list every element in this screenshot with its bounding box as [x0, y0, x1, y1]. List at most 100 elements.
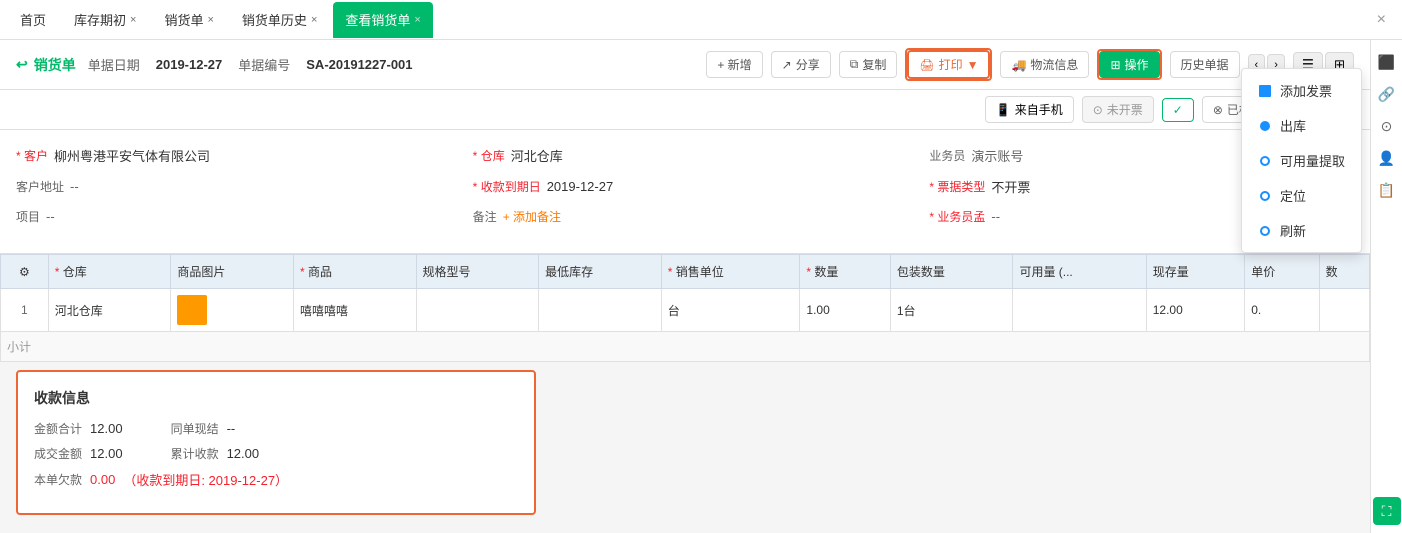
row-available	[1013, 289, 1146, 332]
new-button[interactable]: + 新增	[706, 51, 762, 78]
tab-sales[interactable]: 销货单 ×	[152, 2, 225, 38]
right-icon-clipboard[interactable]: 📋	[1373, 176, 1401, 204]
customer-label: 客户	[16, 147, 48, 164]
add-note-button[interactable]: + 添加备注	[503, 208, 561, 225]
row-product: 嘻嘻嘻嘻	[293, 289, 416, 332]
tab-sales-close[interactable]: ×	[207, 14, 213, 26]
tab-inventory[interactable]: 库存期初 ×	[62, 2, 148, 38]
deal-amount-value: 12.00	[90, 446, 123, 461]
deal-amount-label: 成交金额	[34, 445, 82, 462]
window-close-button[interactable]: ×	[1369, 7, 1394, 33]
locate-icon	[1258, 189, 1272, 203]
tab-sales-history-close[interactable]: ×	[311, 14, 317, 26]
col-qty: * 数量	[800, 255, 890, 289]
col-unit: * 销售单位	[661, 255, 800, 289]
not-open-button[interactable]: ⊙ 未开票	[1082, 96, 1154, 123]
due-value: 0.00	[90, 472, 115, 487]
cumulative-label: 累计收款	[171, 445, 219, 462]
due-label: 本单欠款	[34, 471, 82, 488]
doc-icon: ↩	[16, 56, 28, 73]
copy-label: 复制	[862, 56, 886, 73]
table-wrapper: ⚙ * 仓库 商品图片 * 商品 规格型号 最低库存 * 销售单位 * 数量 包…	[0, 254, 1370, 362]
due-note: （收款到期日: 2019-12-27）	[123, 470, 288, 489]
tab-view-sales-close[interactable]: ×	[414, 14, 420, 26]
right-icon-user[interactable]: 👤	[1373, 144, 1401, 172]
available-qty-label: 可用量提取	[1280, 151, 1345, 170]
outbound-icon	[1258, 119, 1272, 133]
tab-sales-history[interactable]: 销货单历史 ×	[230, 2, 329, 38]
logistics-label: 物流信息	[1030, 56, 1078, 73]
refresh-item[interactable]: 刷新	[1242, 213, 1361, 248]
copy-button[interactable]: ⧉ 复制	[839, 51, 898, 78]
address-field: 客户地址 --	[16, 178, 441, 195]
history-button[interactable]: 历史单据	[1170, 51, 1240, 78]
doc-date-label: 单据日期	[88, 55, 140, 74]
add-invoice-icon	[1258, 84, 1272, 98]
from-phone-button[interactable]: 📱 来自手机	[985, 96, 1074, 123]
col-warehouse: * 仓库	[48, 255, 171, 289]
same-order-label: 同单现结	[171, 420, 219, 437]
row-spec	[416, 289, 539, 332]
collection-title: 收款信息	[34, 388, 518, 408]
doc-title-text: 销货单	[34, 55, 76, 75]
ticket-type-value: 不开票	[991, 177, 1030, 196]
print-icon: 🖨	[919, 58, 934, 72]
note-label: 备注	[473, 208, 497, 225]
customer-field: 客户 柳州粤港平安气体有限公司	[16, 146, 441, 165]
row-warehouse: 河北仓库	[48, 289, 171, 332]
doc-meta: 单据日期 2019-12-27 单据编号 SA-20191227-001	[88, 55, 695, 74]
logistics-button[interactable]: 🚚 物流信息	[1000, 51, 1089, 78]
copy-icon: ⧉	[850, 57, 859, 72]
share-button[interactable]: ↗ 分享	[771, 51, 831, 78]
row-unit: 台	[661, 289, 800, 332]
logistics-icon: 🚚	[1011, 58, 1026, 72]
table-header-row: ⚙ * 仓库 商品图片 * 商品 规格型号 最低库存 * 销售单位 * 数量 包…	[1, 255, 1370, 289]
due-date-value: 2019-12-27	[547, 179, 614, 194]
collection-row-3: 本单欠款 0.00 （收款到期日: 2019-12-27）	[34, 470, 518, 489]
operation-button[interactable]: ⊞ 操作	[1099, 51, 1159, 78]
row-min-stock	[539, 289, 662, 332]
from-phone-label: 来自手机	[1015, 101, 1063, 118]
tab-view-sales[interactable]: 查看销货单 ×	[333, 2, 432, 38]
right-icon-circle[interactable]: ⊙	[1373, 112, 1401, 140]
tab-sales-history-label: 销货单历史	[242, 10, 307, 29]
tab-inventory-label: 库存期初	[74, 10, 126, 29]
form-row-1: 客户 柳州粤港平安气体有限公司 仓库 河北仓库 业务员 演示账号	[16, 146, 1354, 165]
outbound-item[interactable]: 出库	[1242, 108, 1361, 143]
col-more: 数	[1319, 255, 1369, 289]
right-icon-link[interactable]: 🔗	[1373, 80, 1401, 108]
add-invoice-label: 添加发票	[1280, 81, 1332, 100]
cumulative-value: 12.00	[227, 446, 260, 461]
add-invoice-item[interactable]: 添加发票	[1242, 73, 1361, 108]
locate-item[interactable]: 定位	[1242, 178, 1361, 213]
print-highlight-box: 🖨 打印 ▼	[905, 48, 992, 81]
salesperson-value: --	[991, 209, 1000, 224]
not-open-label: 未开票	[1107, 101, 1143, 118]
deal-amount-item: 成交金额 12.00	[34, 445, 123, 462]
ticket-type-label: 票据类型	[929, 178, 985, 195]
print-button[interactable]: 🖨 打印 ▼	[907, 50, 990, 79]
operation-dropdown: 添加发票 出库 可用量提取 定位 刷新	[1241, 68, 1362, 253]
tab-home[interactable]: 首页	[8, 2, 58, 38]
check-done-button[interactable]: ✓	[1162, 98, 1194, 122]
share-label: 分享	[796, 56, 820, 73]
not-open-icon: ⊙	[1093, 103, 1103, 117]
doc-number-value: SA-20191227-001	[306, 57, 412, 72]
employee-label: 业务员	[929, 147, 965, 164]
tab-inventory-close[interactable]: ×	[130, 14, 136, 26]
product-table: ⚙ * 仓库 商品图片 * 商品 规格型号 最低库存 * 销售单位 * 数量 包…	[0, 254, 1370, 362]
col-price: 单价	[1245, 255, 1319, 289]
note-field: 备注 + 添加备注	[473, 208, 898, 225]
row-number: 1	[1, 289, 49, 332]
collection-info: 收款信息 金额合计 12.00 同单现结 -- 成交金额 12.00 累计收款 …	[16, 370, 536, 515]
due-date-field: 收款到期日 2019-12-27	[473, 178, 898, 195]
right-icon-screen[interactable]: ⬛	[1373, 48, 1401, 76]
locate-label: 定位	[1280, 186, 1306, 205]
row-price: 0.	[1245, 289, 1319, 332]
tab-view-sales-label: 查看销货单	[345, 10, 410, 29]
available-qty-item[interactable]: 可用量提取	[1242, 143, 1361, 178]
row-stock: 12.00	[1146, 289, 1244, 332]
col-product: * 商品	[293, 255, 416, 289]
right-icon-expand[interactable]: ⛶	[1373, 497, 1401, 525]
refresh-label: 刷新	[1280, 221, 1306, 240]
